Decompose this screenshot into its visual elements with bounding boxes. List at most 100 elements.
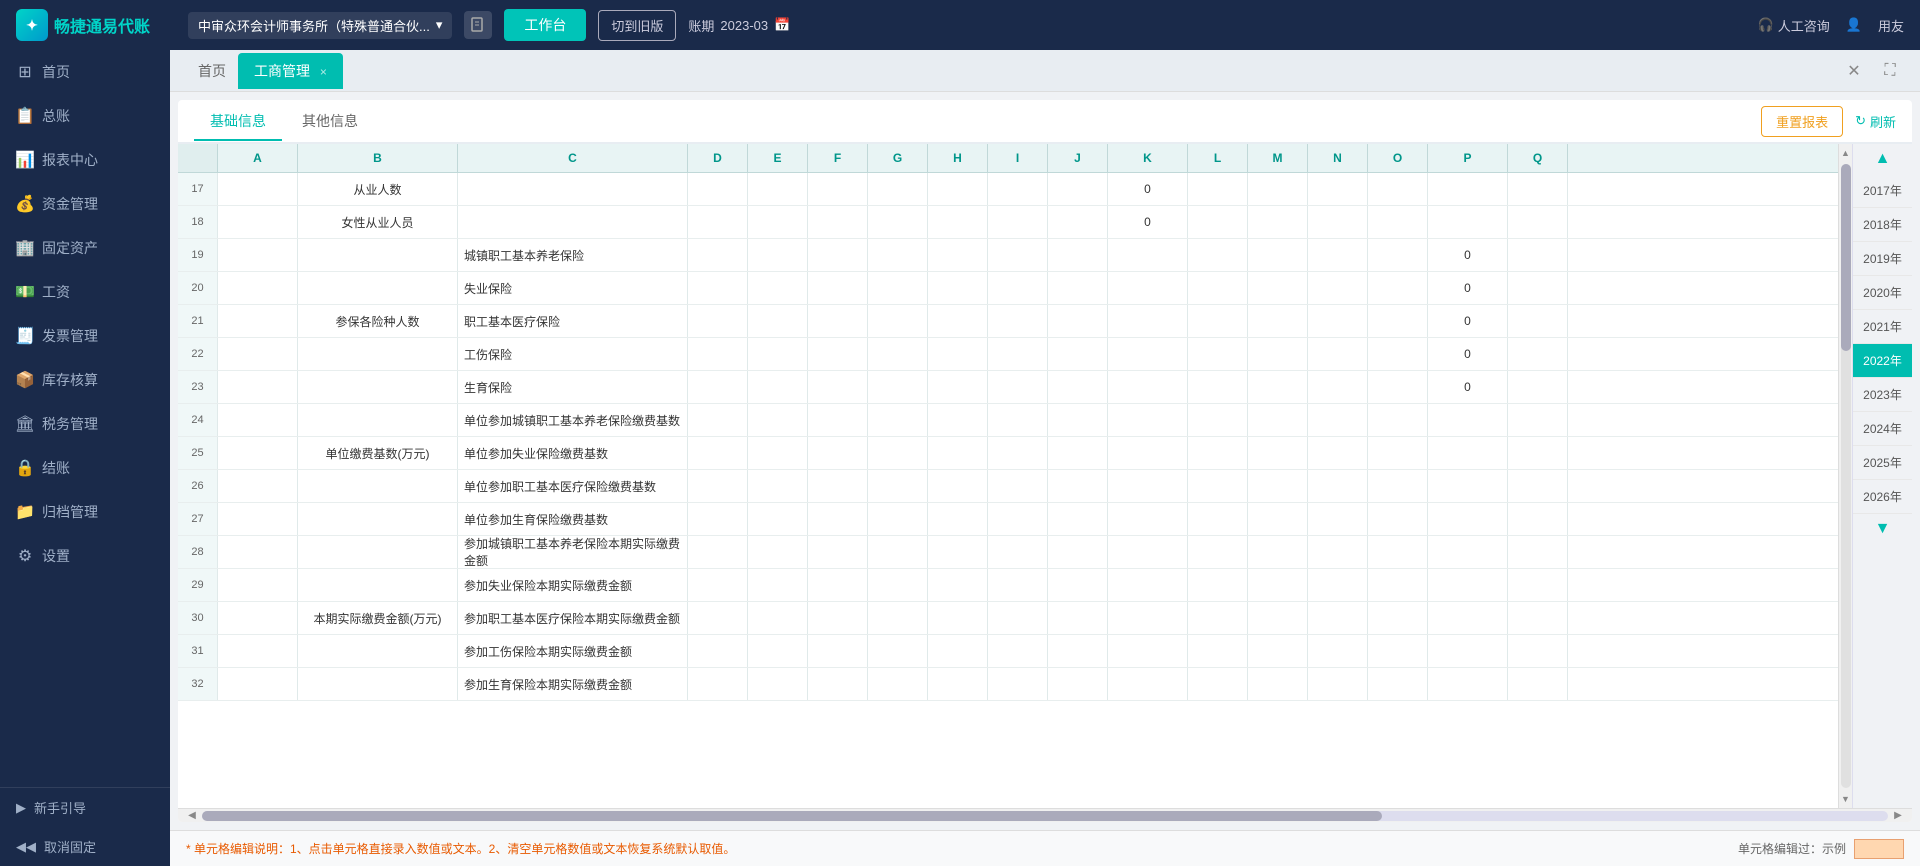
doc-icon[interactable]	[464, 11, 492, 39]
cell-d-30[interactable]	[688, 602, 748, 634]
table-row[interactable]: 29 参加失业保险本期实际缴费金额	[178, 569, 1838, 602]
sub-tab-basic[interactable]: 基础信息	[194, 103, 282, 139]
year-item-2020年[interactable]: 2020年	[1853, 276, 1912, 310]
cell-c-32[interactable]: 参加生育保险本期实际缴费金额	[458, 668, 688, 700]
year-item-2023年[interactable]: 2023年	[1853, 378, 1912, 412]
sidebar-item-assets[interactable]: 🏢固定资产	[0, 226, 170, 270]
cell-d-29[interactable]	[688, 569, 748, 601]
sidebar-item-home[interactable]: ⊞首页	[0, 50, 170, 94]
cell-j-31[interactable]	[1048, 635, 1108, 667]
old-version-button[interactable]: 切到旧版	[598, 10, 676, 41]
cell-i-27[interactable]	[988, 503, 1048, 535]
cell-o-23[interactable]	[1368, 371, 1428, 403]
cell-l-23[interactable]	[1188, 371, 1248, 403]
cell-m-27[interactable]	[1248, 503, 1308, 535]
cell-c-29[interactable]: 参加失业保险本期实际缴费金额	[458, 569, 688, 601]
cell-e-32[interactable]	[748, 668, 808, 700]
cell-h-29[interactable]	[928, 569, 988, 601]
cell-n-25[interactable]	[1308, 437, 1368, 469]
cell-q-29[interactable]	[1508, 569, 1568, 601]
cell-e-22[interactable]	[748, 338, 808, 370]
cell-n-32[interactable]	[1308, 668, 1368, 700]
cell-m-30[interactable]	[1248, 602, 1308, 634]
cell-o-21[interactable]	[1368, 305, 1428, 337]
cell-e-21[interactable]	[748, 305, 808, 337]
scroll-track[interactable]	[1841, 164, 1851, 788]
cell-n-27[interactable]	[1308, 503, 1368, 535]
cell-a-17[interactable]	[218, 173, 298, 205]
cell-j-18[interactable]	[1048, 206, 1108, 238]
cell-g-30[interactable]	[868, 602, 928, 634]
cell-a-20[interactable]	[218, 272, 298, 304]
cell-o-25[interactable]	[1368, 437, 1428, 469]
table-row[interactable]: 17 从业人数 0	[178, 173, 1838, 206]
cell-h-25[interactable]	[928, 437, 988, 469]
cell-l-24[interactable]	[1188, 404, 1248, 436]
cell-j-28[interactable]	[1048, 536, 1108, 568]
year-item-2025年[interactable]: 2025年	[1853, 446, 1912, 480]
sidebar-item-ledger[interactable]: 📋总账	[0, 94, 170, 138]
cell-e-20[interactable]	[748, 272, 808, 304]
cell-c-26[interactable]: 单位参加职工基本医疗保险缴费基数	[458, 470, 688, 502]
cell-g-23[interactable]	[868, 371, 928, 403]
cell-l-25[interactable]	[1188, 437, 1248, 469]
cell-d-22[interactable]	[688, 338, 748, 370]
cell-a-30[interactable]	[218, 602, 298, 634]
cell-m-19[interactable]	[1248, 239, 1308, 271]
cell-k-27[interactable]	[1108, 503, 1188, 535]
year-item-2019年[interactable]: 2019年	[1853, 242, 1912, 276]
cell-n-24[interactable]	[1308, 404, 1368, 436]
sidebar-footer-unpin[interactable]: ◀◀ 取消固定	[0, 827, 170, 866]
cell-c-19[interactable]: 城镇职工基本养老保险	[458, 239, 688, 271]
cell-h-30[interactable]	[928, 602, 988, 634]
cell-n-31[interactable]	[1308, 635, 1368, 667]
sidebar-item-salary[interactable]: 💵工资	[0, 270, 170, 314]
cell-n-18[interactable]	[1308, 206, 1368, 238]
cell-h-28[interactable]	[928, 536, 988, 568]
cell-b-18[interactable]: 女性从业人员	[298, 206, 458, 238]
cell-o-26[interactable]	[1368, 470, 1428, 502]
cell-d-32[interactable]	[688, 668, 748, 700]
cell-m-23[interactable]	[1248, 371, 1308, 403]
cell-i-19[interactable]	[988, 239, 1048, 271]
cell-h-24[interactable]	[928, 404, 988, 436]
year-item-2021年[interactable]: 2021年	[1853, 310, 1912, 344]
table-row[interactable]: 22 工伤保险 0	[178, 338, 1838, 371]
cell-i-23[interactable]	[988, 371, 1048, 403]
cell-l-21[interactable]	[1188, 305, 1248, 337]
cell-b-30[interactable]: 本期实际缴费金额(万元)	[298, 602, 458, 634]
cell-i-18[interactable]	[988, 206, 1048, 238]
cell-k-19[interactable]	[1108, 239, 1188, 271]
cell-e-17[interactable]	[748, 173, 808, 205]
cell-o-30[interactable]	[1368, 602, 1428, 634]
table-row[interactable]: 19 城镇职工基本养老保险 0	[178, 239, 1838, 272]
cell-f-27[interactable]	[808, 503, 868, 535]
cell-e-27[interactable]	[748, 503, 808, 535]
cell-l-32[interactable]	[1188, 668, 1248, 700]
cell-q-32[interactable]	[1508, 668, 1568, 700]
cell-g-22[interactable]	[868, 338, 928, 370]
cell-q-19[interactable]	[1508, 239, 1568, 271]
cell-g-32[interactable]	[868, 668, 928, 700]
spreadsheet-container[interactable]: A B C D E F G H I J K L M N O	[178, 144, 1838, 808]
cell-q-26[interactable]	[1508, 470, 1568, 502]
cell-h-20[interactable]	[928, 272, 988, 304]
cell-l-19[interactable]	[1188, 239, 1248, 271]
cell-m-18[interactable]	[1248, 206, 1308, 238]
cell-c-22[interactable]: 工伤保险	[458, 338, 688, 370]
cell-o-19[interactable]	[1368, 239, 1428, 271]
cell-h-32[interactable]	[928, 668, 988, 700]
cell-f-22[interactable]	[808, 338, 868, 370]
cell-o-32[interactable]	[1368, 668, 1428, 700]
cell-j-22[interactable]	[1048, 338, 1108, 370]
cell-m-21[interactable]	[1248, 305, 1308, 337]
cell-q-21[interactable]	[1508, 305, 1568, 337]
cell-p-30[interactable]	[1428, 602, 1508, 634]
cell-g-26[interactable]	[868, 470, 928, 502]
cell-i-22[interactable]	[988, 338, 1048, 370]
cell-e-18[interactable]	[748, 206, 808, 238]
cell-h-26[interactable]	[928, 470, 988, 502]
cell-d-25[interactable]	[688, 437, 748, 469]
cell-q-27[interactable]	[1508, 503, 1568, 535]
cell-k-22[interactable]	[1108, 338, 1188, 370]
